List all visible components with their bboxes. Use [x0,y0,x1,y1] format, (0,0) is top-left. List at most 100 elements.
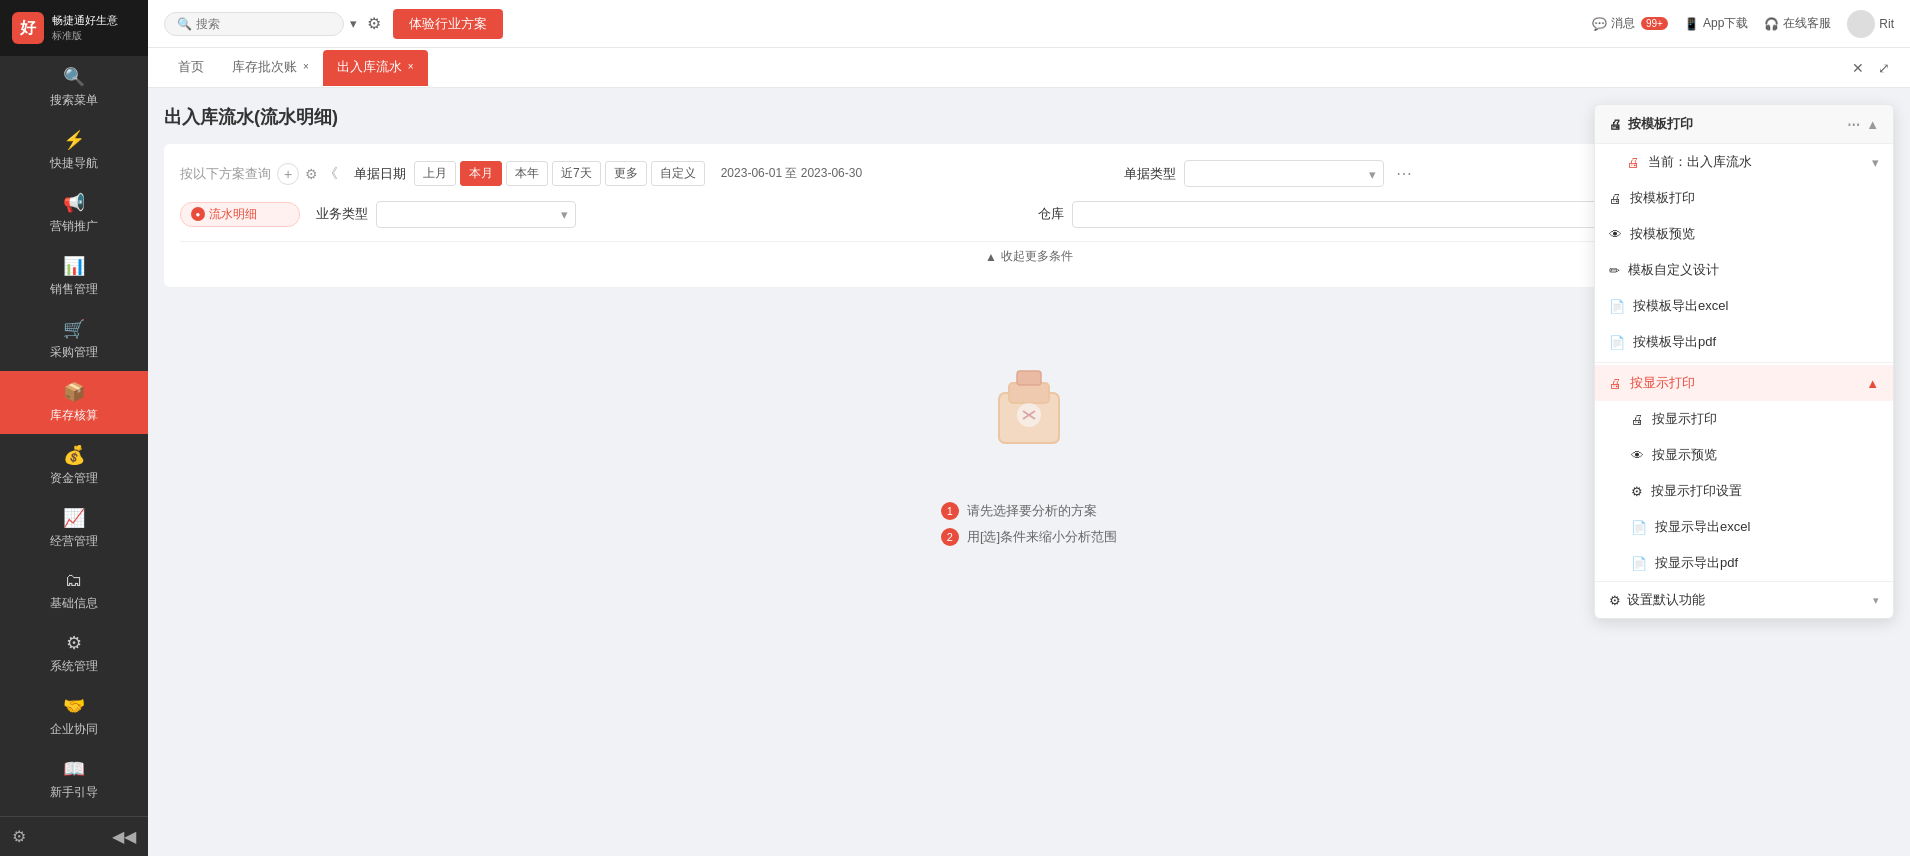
topbar-settings-icon[interactable]: ⚙ [367,14,381,33]
sidebar-label-basic: 基础信息 [50,595,98,612]
date-btn-more[interactable]: 更多 [605,161,647,186]
dropdown-template-design[interactable]: ✏ 模板自定义设计 [1595,252,1893,288]
trial-btn[interactable]: 体验行业方案 [393,9,503,39]
tab-batch-account-close[interactable]: × [303,61,309,72]
messages-btn[interactable]: 💬 消息 99+ [1592,15,1668,32]
tab-flow-close[interactable]: × [408,61,414,72]
tab-expand-btn[interactable]: ⤢ [1874,58,1894,78]
online-service-btn[interactable]: 🎧 在线客服 [1764,15,1831,32]
sidebar-item-guide[interactable]: 📖 新手引导 [0,748,148,811]
system-icon: ⚙ [66,632,82,654]
dropdown-sub-arrow[interactable]: ▾ [1872,155,1879,170]
dropdown-template-export-pdf[interactable]: 📄 按模板导出pdf [1595,324,1893,360]
step-2-num: 2 [941,528,959,546]
sidebar-item-operation[interactable]: 📈 经营管理 [0,497,148,560]
filter-add-btn[interactable]: + [277,163,299,185]
dropdown-display-print-settings[interactable]: ⚙ 按显示打印设置 [1595,473,1893,509]
sidebar-item-inventory[interactable]: 📦 库存核算 [0,371,148,434]
dropdown-display-export-excel[interactable]: 📄 按显示导出excel [1595,509,1893,545]
search-input[interactable] [196,17,316,31]
sidebar-item-marketing[interactable]: 📢 营销推广 [0,182,148,245]
dropdown-display-section[interactable]: 🖨 按显示打印 ▲ [1595,365,1893,401]
current-icon: 🖨 [1627,155,1640,170]
display-export-pdf-label: 按显示导出pdf [1655,554,1738,572]
dropdown-template-export-excel[interactable]: 📄 按模板导出excel [1595,288,1893,324]
date-btn-custom[interactable]: 自定义 [651,161,705,186]
dropdown-more-icon[interactable]: ⋯ [1847,117,1860,132]
tabs-bar: 首页 库存批次账 × 出入库流水 × ✕ ⤢ [148,48,1910,88]
user-name: Rit [1879,17,1894,31]
sidebar-item-basic[interactable]: 🗂 基础信息 [0,560,148,622]
step-2-text: 用[选]条件来缩小分析范围 [967,528,1117,546]
filter-cog-icon[interactable]: ⚙ [305,166,318,182]
dropdown-current-item: 🖨 当前：出入库流水 ▾ [1595,144,1893,180]
sidebar-label-sales: 销售管理 [50,281,98,298]
page-title: 出入库流水(流水明细) [164,105,338,129]
sidebar-item-sales[interactable]: 📊 销售管理 [0,245,148,308]
business-select[interactable] [376,201,576,228]
date-btn-this-year[interactable]: 本年 [506,161,548,186]
date-btn-7days[interactable]: 近7天 [552,161,601,186]
dropdown-display-preview[interactable]: 👁 按显示预览 [1595,437,1893,473]
dropdown-template-print[interactable]: 🖨 按模板打印 [1595,180,1893,216]
template-export-pdf-label: 按模板导出pdf [1633,333,1716,351]
footer-label: 设置默认功能 [1627,591,1705,609]
app-download-label: App下载 [1703,15,1748,32]
date-btn-this-month[interactable]: 本月 [460,161,502,186]
topbar-right: 💬 消息 99+ 📱 App下载 🎧 在线客服 Rit [1592,10,1894,38]
dropdown-display-print[interactable]: 🖨 按显示打印 [1595,401,1893,437]
sidebar-label-quick-nav: 快捷导航 [50,155,98,172]
basic-icon: 🗂 [65,570,83,591]
enterprise-icon: 🤝 [63,695,85,717]
footer-content: ⚙ 设置默认功能 [1609,591,1705,609]
tab-batch-account[interactable]: 库存批次账 × [218,50,323,86]
filter-collapse-icon[interactable]: 《 [324,165,338,183]
sidebar-collapse-icon[interactable]: ◀◀ [112,827,136,846]
step-1-text: 请先选择要分析的方案 [967,502,1097,520]
type-more-icon[interactable]: ⋯ [1396,164,1412,183]
message-badge: 99+ [1641,17,1668,30]
app-download-btn[interactable]: 📱 App下载 [1684,15,1748,32]
search-box[interactable]: 🔍 [164,12,344,36]
topbar: 🔍 ▾ ⚙ 体验行业方案 💬 消息 99+ 📱 App下载 🎧 在线客服 Rit [148,0,1910,48]
current-label-text: 当前：出入库流水 [1648,153,1752,171]
sidebar-item-enterprise[interactable]: 🤝 企业协同 [0,685,148,748]
sidebar-item-app-center[interactable]: 🖥 应用中心 [0,811,148,816]
search-dropdown-btn[interactable]: ▾ [350,16,357,31]
tab-home[interactable]: 首页 [164,50,218,86]
filter-date-section: 单据日期 上月 本月 本年 近7天 更多 自定义 2023-06-01 至 20… [354,161,1108,186]
sidebar-item-search[interactable]: 🔍 搜索菜单 [0,56,148,119]
type-select[interactable] [1184,160,1384,187]
flow-tag[interactable]: ● 流水明细 [180,202,300,227]
sidebar-item-quick-nav[interactable]: ⚡ 快捷导航 [0,119,148,182]
sidebar-nav: 🔍 搜索菜单 ⚡ 快捷导航 📢 营销推广 📊 销售管理 🛒 采购管理 📦 库存核… [0,56,148,816]
filter-add-group: 按以下方案查询 + ⚙ 《 [180,163,338,185]
sidebar-bottom: ⚙ ◀◀ [0,816,148,856]
date-btn-last-month[interactable]: 上月 [414,161,456,186]
tab-flow[interactable]: 出入库流水 × [323,50,428,86]
empty-steps: 1 请先选择要分析的方案 2 用[选]条件来缩小分析范围 [941,502,1117,546]
sidebar-item-finance[interactable]: 💰 资金管理 [0,434,148,497]
sidebar-item-purchase[interactable]: 🛒 采购管理 [0,308,148,371]
sidebar-label-system: 系统管理 [50,658,98,675]
sidebar: 好 畅捷通好生意 标准版 🔍 搜索菜单 ⚡ 快捷导航 📢 营销推广 📊 销售管理… [0,0,148,856]
sidebar-label-search: 搜索菜单 [50,92,98,109]
type-label: 单据类型 [1124,165,1176,183]
dropdown-header-label: 按模板打印 [1628,115,1693,133]
user-area[interactable]: Rit [1847,10,1894,38]
sidebar-item-system[interactable]: ⚙ 系统管理 [0,622,148,685]
dropdown-close-arrow[interactable]: ▲ [1866,117,1879,132]
sidebar-settings-icon[interactable]: ⚙ [12,827,26,846]
sidebar-label-guide: 新手引导 [50,784,98,801]
tab-close-btn[interactable]: ✕ [1848,58,1868,78]
app-download-icon: 📱 [1684,17,1699,31]
type-select-wrap [1184,160,1384,187]
dropdown-template-preview[interactable]: 👁 按模板预览 [1595,216,1893,252]
dropdown-footer[interactable]: ⚙ 设置默认功能 ▾ [1595,581,1893,618]
template-export-pdf-icon: 📄 [1609,335,1625,350]
template-print-label: 按模板打印 [1630,189,1695,207]
display-export-pdf-icon: 📄 [1631,556,1647,571]
footer-icon: ⚙ [1609,593,1621,608]
dropdown-display-export-pdf[interactable]: 📄 按显示导出pdf [1595,545,1893,581]
content-area: 出入库流水(流水明细) 🖨 按模板打印 ▲ ⬆ 导出 🔄 刷新 [148,88,1910,856]
